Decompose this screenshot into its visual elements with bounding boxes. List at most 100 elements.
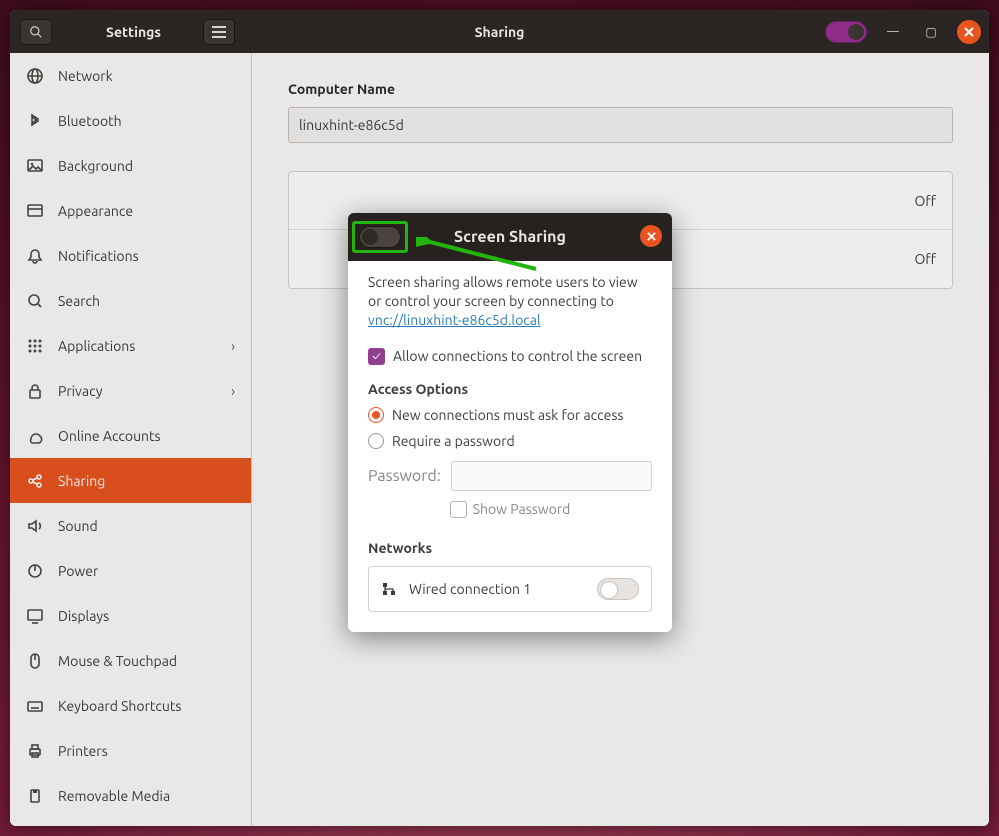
sidebar-item-label: Privacy bbox=[58, 383, 102, 399]
displays-icon bbox=[26, 607, 44, 625]
wired-network-icon bbox=[381, 581, 397, 597]
online-accounts-icon bbox=[26, 427, 44, 445]
sound-icon bbox=[26, 517, 44, 535]
search-icon bbox=[26, 292, 44, 310]
removable-icon bbox=[26, 787, 44, 805]
sidebar-item-search[interactable]: Search bbox=[10, 278, 251, 323]
sharing-master-switch[interactable] bbox=[825, 21, 867, 43]
computer-name-label: Computer Name bbox=[288, 81, 953, 97]
sidebar-item-privacy[interactable]: Privacy › bbox=[10, 368, 251, 413]
hamburger-icon bbox=[212, 26, 226, 38]
dialog-description: Screen sharing allows remote users to vi… bbox=[368, 273, 652, 330]
allow-control-row[interactable]: ✓ Allow connections to control the scree… bbox=[368, 348, 652, 365]
allow-control-checkbox[interactable]: ✓ bbox=[368, 348, 385, 365]
chevron-right-icon: › bbox=[231, 383, 235, 399]
show-password-label: Show Password bbox=[473, 501, 571, 517]
globe-icon bbox=[26, 67, 44, 85]
annotation-highlight bbox=[352, 221, 408, 253]
titlebar-menu-button[interactable] bbox=[203, 19, 235, 45]
password-label: Password: bbox=[368, 467, 441, 485]
sidebar-item-label: Online Accounts bbox=[58, 428, 161, 444]
sidebar-item-label: Displays bbox=[58, 608, 109, 624]
printers-icon bbox=[26, 742, 44, 760]
show-password-checkbox bbox=[450, 501, 467, 518]
applications-icon bbox=[26, 337, 44, 355]
vnc-link[interactable]: vnc://linuxhint-e86c5d.local bbox=[368, 312, 541, 328]
screen-sharing-dialog: Screen Sharing Screen sharing allows rem… bbox=[348, 213, 672, 632]
sidebar-item-label: Search bbox=[58, 293, 100, 309]
sidebar-item-label: Sharing bbox=[58, 473, 105, 489]
sidebar-item-label: Applications bbox=[58, 338, 135, 354]
sidebar-item-printers[interactable]: Printers bbox=[10, 728, 251, 773]
share-status: Off bbox=[914, 251, 936, 267]
window-maximize-button[interactable]: ▢ bbox=[919, 20, 943, 44]
appearance-icon bbox=[26, 202, 44, 220]
password-input bbox=[451, 461, 652, 491]
sidebar-item-label: Notifications bbox=[58, 248, 139, 264]
radio-password-label: Require a password bbox=[392, 433, 515, 449]
networks-list: Wired connection 1 bbox=[368, 566, 652, 612]
radio-ask[interactable] bbox=[368, 407, 384, 423]
sidebar-item-label: Network bbox=[58, 68, 113, 84]
sidebar-item-power[interactable]: Power bbox=[10, 548, 251, 593]
close-icon bbox=[964, 27, 974, 37]
radio-password-row[interactable]: Require a password bbox=[368, 433, 652, 449]
dialog-title: Screen Sharing bbox=[454, 228, 566, 246]
sidebar-item-displays[interactable]: Displays bbox=[10, 593, 251, 638]
titlebar-search-button[interactable] bbox=[20, 19, 52, 45]
sidebar-item-sharing[interactable]: Sharing bbox=[10, 458, 251, 503]
privacy-icon bbox=[26, 382, 44, 400]
sidebar-item-network[interactable]: Network bbox=[10, 53, 251, 98]
sidebar-item-label: Removable Media bbox=[58, 788, 170, 804]
sidebar-item-sound[interactable]: Sound bbox=[10, 503, 251, 548]
radio-ask-label: New connections must ask for access bbox=[392, 407, 624, 423]
settings-window: Settings Sharing — ▢ Network Bluetooth Bac… bbox=[10, 10, 989, 826]
sidebar-item-label: Printers bbox=[58, 743, 108, 759]
screen-sharing-switch[interactable] bbox=[359, 226, 401, 248]
sidebar-item-label: Mouse & Touchpad bbox=[58, 653, 177, 669]
power-icon bbox=[26, 562, 44, 580]
sidebar-item-label: Appearance bbox=[58, 203, 133, 219]
app-title: Settings bbox=[106, 24, 161, 40]
sidebar-item-bluetooth[interactable]: Bluetooth bbox=[10, 98, 251, 143]
computer-name-input[interactable] bbox=[288, 107, 953, 143]
sidebar-item-label: Sound bbox=[58, 518, 98, 534]
sidebar-item-label: Background bbox=[58, 158, 133, 174]
sidebar-item-label: Bluetooth bbox=[58, 113, 122, 129]
sidebar-item-applications[interactable]: Applications › bbox=[10, 323, 251, 368]
chevron-right-icon: › bbox=[231, 338, 235, 354]
dialog-close-button[interactable] bbox=[640, 225, 662, 247]
sidebar-item-online-accounts[interactable]: Online Accounts bbox=[10, 413, 251, 458]
network-row: Wired connection 1 bbox=[369, 567, 651, 611]
window-close-button[interactable] bbox=[957, 20, 981, 44]
radio-ask-row[interactable]: New connections must ask for access bbox=[368, 407, 652, 423]
sharing-icon bbox=[26, 472, 44, 490]
radio-password[interactable] bbox=[368, 433, 384, 449]
sidebar-item-label: Keyboard Shortcuts bbox=[58, 698, 181, 714]
dialog-titlebar: Screen Sharing bbox=[348, 213, 672, 261]
sidebar-item-mouse-touchpad[interactable]: Mouse & Touchpad bbox=[10, 638, 251, 683]
sidebar-item-keyboard-shortcuts[interactable]: Keyboard Shortcuts bbox=[10, 683, 251, 728]
network-name: Wired connection 1 bbox=[409, 581, 531, 597]
dialog-body: Screen sharing allows remote users to vi… bbox=[348, 261, 672, 632]
background-icon bbox=[26, 157, 44, 175]
notifications-icon bbox=[26, 247, 44, 265]
sidebar-item-background[interactable]: Background bbox=[10, 143, 251, 188]
sidebar-item-notifications[interactable]: Notifications bbox=[10, 233, 251, 278]
titlebar: Settings Sharing — ▢ bbox=[10, 10, 989, 53]
keyboard-icon bbox=[26, 697, 44, 715]
window-minimize-button[interactable]: — bbox=[881, 20, 905, 44]
mouse-icon bbox=[26, 652, 44, 670]
sidebar-item-label: Power bbox=[58, 563, 98, 579]
network-switch[interactable] bbox=[597, 578, 639, 600]
access-options-heading: Access Options bbox=[368, 381, 652, 397]
share-status: Off bbox=[914, 193, 936, 209]
sidebar: Network Bluetooth Background Appearance Noti… bbox=[10, 53, 252, 826]
networks-heading: Networks bbox=[368, 540, 652, 556]
sidebar-item-removable-media[interactable]: Removable Media bbox=[10, 773, 251, 818]
sidebar-item-appearance[interactable]: Appearance bbox=[10, 188, 251, 233]
allow-control-label: Allow connections to control the screen bbox=[393, 348, 642, 364]
close-icon bbox=[647, 232, 656, 241]
search-icon bbox=[29, 25, 43, 39]
bluetooth-icon bbox=[26, 112, 44, 130]
